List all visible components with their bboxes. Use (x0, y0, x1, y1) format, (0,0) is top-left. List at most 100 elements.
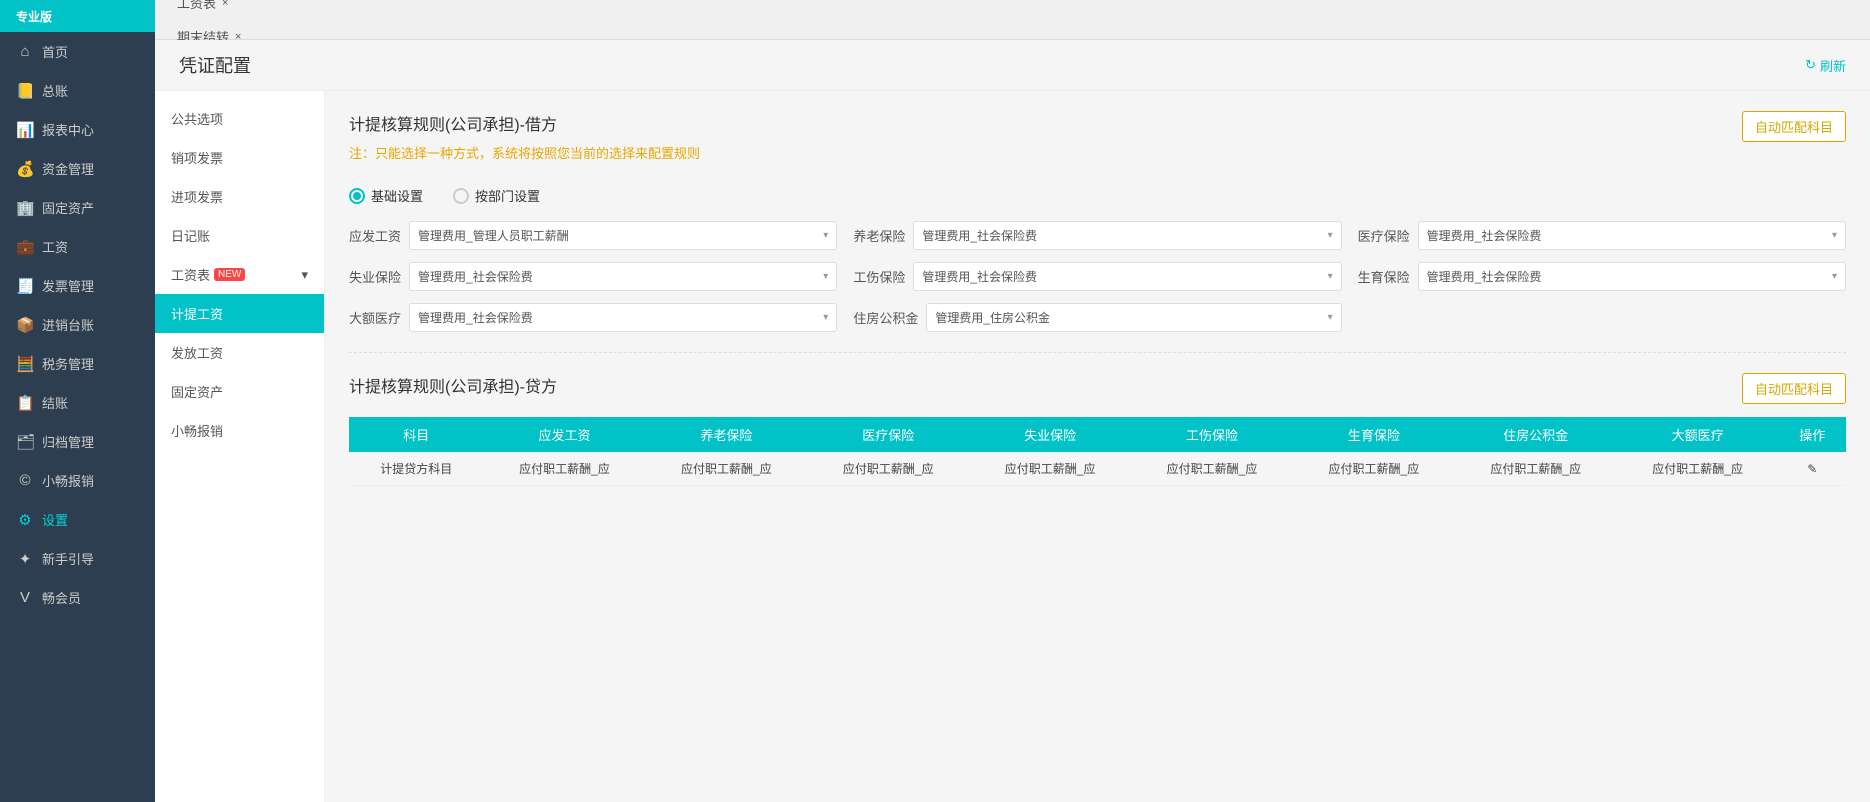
sidebar-item-invoice[interactable]: 🧾 发票管理 (0, 266, 155, 305)
sidebar-item-close[interactable]: 📋结账 (0, 383, 155, 422)
cell-val-0-6: 应付职工薪酬_应 (1455, 452, 1617, 486)
radio-basic-circle (349, 188, 365, 204)
side-nav-purchase_invoice[interactable]: 进项发票 (155, 177, 324, 216)
sidebar-item-inventory[interactable]: 📦 进销台账 (0, 305, 155, 344)
sidebar-icon-xiaochang: © (16, 472, 34, 489)
section1-title: 计提核算规则(公司承担)-借方 (349, 111, 700, 135)
sidebar-icon-home: ⌂ (16, 43, 34, 60)
chevron-down-icon: ▾ (1832, 271, 1837, 282)
sidebar-label-member: 畅会员 (42, 588, 81, 607)
form-select-value-0-0: 管理费用_管理人员职工薪酬 (418, 227, 569, 244)
sidebar-icon-inventory: 📦 (16, 316, 34, 334)
sidebar-item-assets[interactable]: 🏢固定资产 (0, 188, 155, 227)
table-body: 计提贷方科目应付职工薪酬_应应付职工薪酬_应应付职工薪酬_应应付职工薪酬_应应付… (349, 452, 1846, 486)
sidebar-item-funds[interactable]: 💰资金管理 (0, 149, 155, 188)
table-header-5: 工伤保险 (1131, 417, 1293, 452)
sidebar-item-reports[interactable]: 📊报表中心 (0, 110, 155, 149)
sidebar-item-archive[interactable]: 🗂 归档管理 (0, 422, 155, 461)
form-select-0-2[interactable]: 管理费用_社会保险费 ▾ (1418, 221, 1846, 250)
form-label-2-1: 住房公积金 (853, 308, 918, 327)
auto-match-button-1[interactable]: 自动匹配科目 (1742, 111, 1846, 142)
sidebar-icon-member: V (16, 589, 34, 606)
sidebar-label-tax: 税务管理 (42, 354, 94, 373)
side-nav-fixed_assets[interactable]: 固定资产 (155, 372, 324, 411)
radio-basic[interactable]: 基础设置 (349, 186, 423, 205)
side-nav-accrual[interactable]: 计提工资 (155, 294, 324, 333)
form-label-0-2: 医疗保险 (1358, 226, 1410, 245)
side-nav-expense[interactable]: 小畅报销 (155, 411, 324, 450)
sidebar-label-funds: 资金管理 (42, 159, 94, 178)
sidebar-item-member[interactable]: V 畅会员 (0, 578, 155, 617)
sidebar-item-guide[interactable]: ✦新手引导 (0, 539, 155, 578)
sidebar-item-salary[interactable]: 💼工资 (0, 227, 155, 266)
sidebar-item-settings[interactable]: ⚙设置 (0, 500, 155, 539)
auto-match-button-2[interactable]: 自动匹配科目 (1742, 373, 1846, 404)
topbar: 首页工资表×期末结转×凭证配置× (155, 0, 1870, 40)
section2-header: 计提核算规则(公司承担)-贷方 自动匹配科目 (349, 373, 1846, 405)
form-select-2-0[interactable]: 管理费用_社会保险费 ▾ (409, 303, 837, 332)
sidebar-item-tax[interactable]: 🧮 税务管理 (0, 344, 155, 383)
sidebar-label-ledger: 总账 (42, 81, 68, 100)
section1-note: 注：只能选择一种方式，系统将按照您当前的选择来配置规则 (349, 143, 700, 162)
sidebar-icon-tax: 🧮 (16, 355, 34, 373)
side-nav-payroll_table[interactable]: 工资表NEW▾ (155, 255, 324, 294)
chevron-down-icon: ▾ (823, 230, 828, 241)
refresh-label: 刷新 (1820, 56, 1846, 75)
form-select-value-2-1: 管理费用_住房公积金 (935, 309, 1050, 326)
sidebar-label-reports: 报表中心 (42, 120, 94, 139)
tab-payroll[interactable]: 工资表× (163, 0, 255, 20)
section2: 计提核算规则(公司承担)-贷方 自动匹配科目 科目应发工资养老保险医疗保险失业保… (349, 373, 1846, 486)
side-nav-label-sales_invoice: 销项发票 (171, 148, 223, 167)
side-nav: 公共选项销项发票进项发票日记账工资表NEW▾计提工资发放工资固定资产小畅报销 (155, 91, 325, 802)
sidebar-item-xiaochang[interactable]: © 小畅报销 (0, 461, 155, 500)
sidebar-label-xiaochang: 小畅报销 (42, 471, 94, 490)
sidebar-icon-close: 📋 (16, 394, 34, 412)
refresh-button[interactable]: ↻ 刷新 (1805, 56, 1846, 75)
form-select-1-2[interactable]: 管理费用_社会保险费 ▾ (1418, 262, 1846, 291)
sidebar-label-inventory: 进销台账 (42, 315, 94, 334)
sidebar-item-ledger[interactable]: 📒总账 (0, 71, 155, 110)
table-header: 科目应发工资养老保险医疗保险失业保险工伤保险生育保险住房公积金大额医疗操作 (349, 417, 1846, 452)
cell-val-0-1: 应付职工薪酬_应 (645, 452, 807, 486)
sidebar-icon-invoice: 🧾 (16, 277, 34, 295)
cell-action-0[interactable]: ✎ (1779, 452, 1846, 486)
main-area: 首页工资表×期末结转×凭证配置× 凭证配置 ↻ 刷新 公共选项销项发票进项发票日… (155, 0, 1870, 802)
form-select-1-0[interactable]: 管理费用_社会保险费 ▾ (409, 262, 837, 291)
form-select-2-1[interactable]: 管理费用_住房公积金 ▾ (926, 303, 1341, 332)
side-nav-pay_salary[interactable]: 发放工资 (155, 333, 324, 372)
sidebar-label-home: 首页 (42, 42, 68, 61)
sidebar-label-archive: 归档管理 (42, 432, 94, 451)
section1-header-left: 计提核算规则(公司承担)-借方 注：只能选择一种方式，系统将按照您当前的选择来配… (349, 111, 700, 174)
content-wrapper: 公共选项销项发票进项发票日记账工资表NEW▾计提工资发放工资固定资产小畅报销 计… (155, 91, 1870, 802)
form-area: 计提核算规则(公司承担)-借方 注：只能选择一种方式，系统将按照您当前的选择来配… (325, 91, 1870, 802)
form-select-0-0[interactable]: 管理费用_管理人员职工薪酬 ▾ (409, 221, 837, 250)
radio-dept[interactable]: 按部门设置 (453, 186, 540, 205)
radio-basic-label: 基础设置 (371, 186, 423, 205)
form-label-1-1: 工伤保险 (853, 267, 905, 286)
sidebar-item-home[interactable]: ⌂ 首页 (0, 32, 155, 71)
side-nav-label-purchase_invoice: 进项发票 (171, 187, 223, 206)
sidebar: 专业版 ⌂首页📒总账📊报表中心💰资金管理🏢固定资产💼工资🧾发票管理📦进销台账🧮税… (0, 0, 155, 802)
chevron-down-icon: ▾ (1328, 271, 1333, 282)
form-item-1-0: 失业保险 管理费用_社会保险费 ▾ (349, 262, 837, 291)
tab-close-payroll[interactable]: × (222, 0, 228, 9)
side-nav-label-journal: 日记账 (171, 226, 210, 245)
sidebar-icon-guide: ✦ (16, 550, 34, 568)
form-select-0-1[interactable]: 管理费用_社会保险费 ▾ (913, 221, 1341, 250)
cell-val-0-0: 应付职工薪酬_应 (484, 452, 646, 486)
side-nav-sales_invoice[interactable]: 销项发票 (155, 138, 324, 177)
side-nav-public[interactable]: 公共选项 (155, 99, 324, 138)
chevron-down-icon: ▾ (1328, 312, 1333, 323)
side-nav-journal[interactable]: 日记账 (155, 216, 324, 255)
form-grid-row-0: 应发工资 管理费用_管理人员职工薪酬 ▾ 养老保险 管理费用_社会保险费 ▾ 医… (349, 221, 1846, 250)
form-label-1-0: 失业保险 (349, 267, 401, 286)
chevron-down-icon: ▾ (1832, 230, 1837, 241)
cell-val-0-4: 应付职工薪酬_应 (1131, 452, 1293, 486)
form-select-value-1-1: 管理费用_社会保险费 (922, 268, 1037, 285)
form-select-1-1[interactable]: 管理费用_社会保险费 ▾ (913, 262, 1341, 291)
side-nav-label-payroll_table: 工资表 (171, 265, 210, 284)
form-select-value-0-1: 管理费用_社会保险费 (922, 227, 1037, 244)
sidebar-icon-archive: 🗂 (16, 433, 34, 451)
form-select-value-2-0: 管理费用_社会保险费 (418, 309, 533, 326)
sidebar-label-invoice: 发票管理 (42, 276, 94, 295)
